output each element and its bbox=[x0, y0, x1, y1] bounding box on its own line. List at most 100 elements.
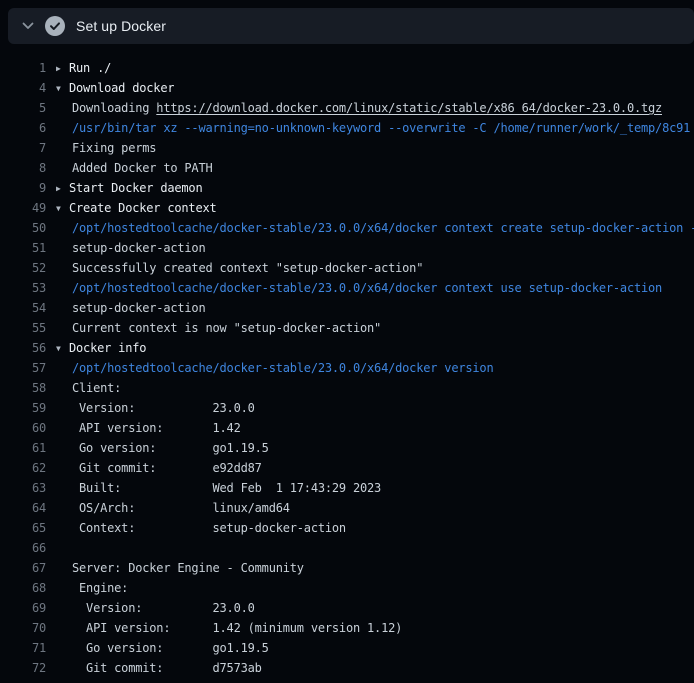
line-number[interactable]: 49 bbox=[0, 198, 56, 218]
line-number[interactable]: 6 bbox=[0, 118, 56, 138]
line-number[interactable]: 50 bbox=[0, 218, 56, 238]
group-collapsed-icon[interactable]: ▶ bbox=[56, 59, 69, 78]
log-group-header[interactable]: ▶Start Docker daemon bbox=[56, 178, 202, 198]
line-number[interactable]: 5 bbox=[0, 98, 56, 118]
log-text: Version: 23.0.0 bbox=[56, 598, 255, 618]
log-line: 55Current context is now "setup-docker-a… bbox=[0, 318, 694, 338]
line-number[interactable]: 65 bbox=[0, 518, 56, 538]
log-console: 1▶Run ./4▼Download docker5Downloading ht… bbox=[0, 58, 694, 678]
line-number[interactable]: 63 bbox=[0, 478, 56, 498]
log-line: 58Client: bbox=[0, 378, 694, 398]
step-header[interactable]: Set up Docker bbox=[8, 8, 694, 44]
line-number[interactable]: 52 bbox=[0, 258, 56, 278]
line-number[interactable]: 71 bbox=[0, 638, 56, 658]
log-text: Go version: go1.19.5 bbox=[56, 438, 269, 458]
log-command-text: /opt/hostedtoolcache/docker-stable/23.0.… bbox=[56, 218, 694, 238]
line-number[interactable]: 53 bbox=[0, 278, 56, 298]
line-number[interactable]: 56 bbox=[0, 338, 56, 358]
log-text: Built: Wed Feb 1 17:43:29 2023 bbox=[56, 478, 381, 498]
line-number[interactable]: 58 bbox=[0, 378, 56, 398]
log-text: Fixing perms bbox=[56, 138, 156, 158]
log-line: 67Server: Docker Engine - Community bbox=[0, 558, 694, 578]
line-number[interactable]: 62 bbox=[0, 458, 56, 478]
line-number[interactable]: 7 bbox=[0, 138, 56, 158]
log-text: Git commit: d7573ab bbox=[56, 658, 262, 678]
log-line: 8Added Docker to PATH bbox=[0, 158, 694, 178]
log-line: 50/opt/hostedtoolcache/docker-stable/23.… bbox=[0, 218, 694, 238]
group-title[interactable]: Start Docker daemon bbox=[69, 181, 202, 195]
chevron-down-icon[interactable] bbox=[20, 18, 36, 34]
log-line: 7Fixing perms bbox=[0, 138, 694, 158]
log-line: 54setup-docker-action bbox=[0, 298, 694, 318]
log-text: Client: bbox=[56, 378, 121, 398]
group-title[interactable]: Create Docker context bbox=[69, 201, 217, 215]
log-line: 69 Version: 23.0.0 bbox=[0, 598, 694, 618]
log-line: 53/opt/hostedtoolcache/docker-stable/23.… bbox=[0, 278, 694, 298]
log-text: Version: 23.0.0 bbox=[56, 398, 255, 418]
log-line: 65 Context: setup-docker-action bbox=[0, 518, 694, 538]
log-command-text: /opt/hostedtoolcache/docker-stable/23.0.… bbox=[56, 358, 493, 378]
line-number[interactable]: 64 bbox=[0, 498, 56, 518]
line-number[interactable]: 67 bbox=[0, 558, 56, 578]
log-line: 9▶Start Docker daemon bbox=[0, 178, 694, 198]
group-expanded-icon[interactable]: ▼ bbox=[56, 79, 69, 98]
line-number[interactable]: 55 bbox=[0, 318, 56, 338]
log-text: API version: 1.42 (minimum version 1.12) bbox=[56, 618, 402, 638]
group-title[interactable]: Download docker bbox=[69, 81, 174, 95]
log-group-header[interactable]: ▼Download docker bbox=[56, 78, 174, 98]
group-expanded-icon[interactable]: ▼ bbox=[56, 339, 69, 358]
line-number[interactable]: 54 bbox=[0, 298, 56, 318]
log-command-text: /opt/hostedtoolcache/docker-stable/23.0.… bbox=[56, 278, 662, 298]
log-text: Successfully created context "setup-dock… bbox=[56, 258, 423, 278]
log-line: 60 API version: 1.42 bbox=[0, 418, 694, 438]
log-line: 5Downloading https://download.docker.com… bbox=[0, 98, 694, 118]
line-number[interactable]: 57 bbox=[0, 358, 56, 378]
log-line: 64 OS/Arch: linux/amd64 bbox=[0, 498, 694, 518]
group-collapsed-icon[interactable]: ▶ bbox=[56, 179, 69, 198]
log-line: 70 API version: 1.42 (minimum version 1.… bbox=[0, 618, 694, 638]
line-number[interactable]: 68 bbox=[0, 578, 56, 598]
line-number[interactable]: 70 bbox=[0, 618, 56, 638]
log-line: 62 Git commit: e92dd87 bbox=[0, 458, 694, 478]
log-command-text: /usr/bin/tar xz --warning=no-unknown-key… bbox=[56, 118, 690, 138]
line-number[interactable]: 9 bbox=[0, 178, 56, 198]
line-number[interactable]: 72 bbox=[0, 658, 56, 678]
line-number[interactable]: 61 bbox=[0, 438, 56, 458]
log-text-prefix: Downloading bbox=[72, 101, 156, 115]
log-group-header[interactable]: ▼Docker info bbox=[56, 338, 146, 358]
step-title: Set up Docker bbox=[76, 18, 166, 34]
line-number[interactable]: 66 bbox=[0, 538, 56, 558]
log-line: 59 Version: 23.0.0 bbox=[0, 398, 694, 418]
line-number[interactable]: 60 bbox=[0, 418, 56, 438]
log-text: setup-docker-action bbox=[56, 238, 205, 258]
log-text: OS/Arch: linux/amd64 bbox=[56, 498, 290, 518]
log-line: 49▼Create Docker context bbox=[0, 198, 694, 218]
log-text: Downloading https://download.docker.com/… bbox=[56, 98, 662, 118]
log-text: Context: setup-docker-action bbox=[56, 518, 346, 538]
log-line: 1▶Run ./ bbox=[0, 58, 694, 78]
log-line: 72 Git commit: d7573ab bbox=[0, 658, 694, 678]
log-line: 52Successfully created context "setup-do… bbox=[0, 258, 694, 278]
log-line: 63 Built: Wed Feb 1 17:43:29 2023 bbox=[0, 478, 694, 498]
log-line: 56▼Docker info bbox=[0, 338, 694, 358]
log-group-header[interactable]: ▼Create Docker context bbox=[56, 198, 217, 218]
log-group-header[interactable]: ▶Run ./ bbox=[56, 58, 111, 78]
log-text: Added Docker to PATH bbox=[56, 158, 213, 178]
line-number[interactable]: 51 bbox=[0, 238, 56, 258]
log-text: API version: 1.42 bbox=[56, 418, 241, 438]
line-number[interactable]: 69 bbox=[0, 598, 56, 618]
log-line: 61 Go version: go1.19.5 bbox=[0, 438, 694, 458]
log-text: Current context is now "setup-docker-act… bbox=[56, 318, 381, 338]
group-title[interactable]: Run ./ bbox=[69, 61, 111, 75]
check-circle-icon bbox=[45, 16, 65, 36]
line-number[interactable]: 8 bbox=[0, 158, 56, 178]
line-number[interactable]: 4 bbox=[0, 78, 56, 98]
log-link[interactable]: https://download.docker.com/linux/static… bbox=[156, 101, 662, 115]
log-line: 71 Go version: go1.19.5 bbox=[0, 638, 694, 658]
line-number[interactable]: 1 bbox=[0, 58, 56, 78]
group-title[interactable]: Docker info bbox=[69, 341, 146, 355]
log-line: 4▼Download docker bbox=[0, 78, 694, 98]
group-expanded-icon[interactable]: ▼ bbox=[56, 199, 69, 218]
line-number[interactable]: 59 bbox=[0, 398, 56, 418]
log-text: Engine: bbox=[56, 578, 128, 598]
